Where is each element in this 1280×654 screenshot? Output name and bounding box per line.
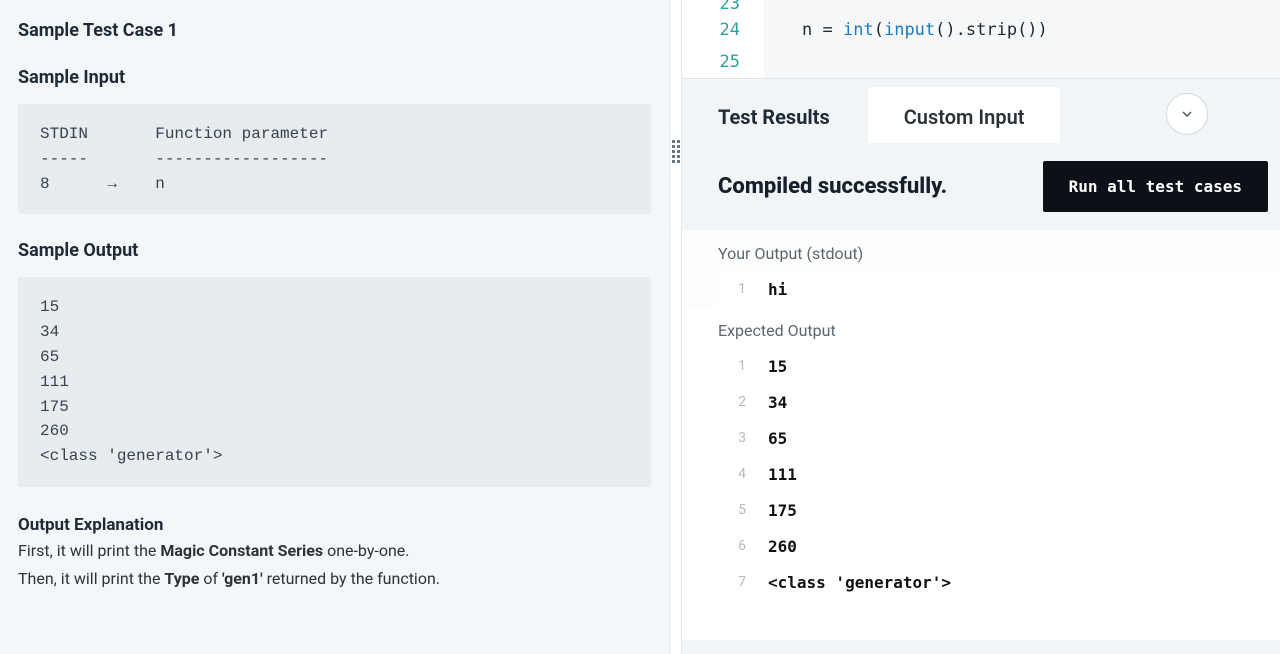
app-root: Sample Test Case 1 Sample Input STDIN Fu… [0,0,1280,654]
line-number: 23 [682,0,764,14]
output-line-number: 1 [718,358,746,374]
code-editor[interactable]: 23 24 n = int(input().strip()) 25 [682,0,1280,79]
code-line: 25 [682,46,1280,78]
explanation-heading: Output Explanation [18,515,651,535]
output-line-number: 7 [718,574,746,590]
output-line-value: <class 'generator'> [768,573,951,592]
output-line-value: 260 [768,537,797,556]
output-line-value: hi [768,280,787,299]
output-line-number: 2 [718,394,746,410]
bold-text: Magic Constant Series [160,541,323,560]
bold-text: 'gen1' [222,569,263,588]
output-row: 3 65 [718,420,1280,456]
sample-output-heading: Sample Output [18,240,651,261]
compile-status: Compiled successfully. [718,174,947,199]
code-line: 24 n = int(input().strip()) [682,14,1280,46]
your-output-section: Your Output (stdout) 1 hi [682,230,1280,307]
output-line-value: 34 [768,393,787,412]
output-line-value: 65 [768,429,787,448]
your-output-label: Your Output (stdout) [718,244,1280,263]
compile-status-row: Compiled successfully. Run all test case… [682,143,1280,230]
output-line-number: 4 [718,466,746,482]
text: of [199,569,222,588]
tab-custom-input[interactable]: Custom Input [868,87,1061,143]
text: one-by-one. [323,541,409,560]
output-row: 1 15 [718,348,1280,384]
expected-output-lines: 1 15 2 34 3 65 4 111 5 175 6 260 7 <class 'generator'… [718,348,1280,600]
output-line-value: 111 [768,465,797,484]
output-row: 4 111 [718,456,1280,492]
code-line: 23 [682,0,1280,14]
output-line-number: 5 [718,502,746,518]
run-all-button[interactable]: Run all test cases [1043,161,1268,212]
collapse-panel-button[interactable] [1166,93,1208,135]
editor-panel: 23 24 n = int(input().strip()) 25 Test R… [682,0,1280,654]
problem-panel: Sample Test Case 1 Sample Input STDIN Fu… [0,0,669,654]
expected-output-section: Expected Output 1 15 2 34 3 65 4 111 5 175 6 260 7 <c… [682,307,1280,640]
output-line-value: 15 [768,357,787,376]
output-row: 2 34 [718,384,1280,420]
results-tabs: Test Results Custom Input [682,79,1280,143]
sample-output-block: 15 34 65 111 175 260 <class 'generator'> [18,277,651,487]
chevron-down-icon [1179,106,1195,122]
text: First, it will print the [18,541,160,560]
output-line-number: 1 [718,281,746,297]
sample-input-heading: Sample Input [18,67,651,88]
your-output-lines: 1 hi [718,271,1280,307]
grip-icon [672,140,681,170]
explanation-line-2: Then, it will print the Type of 'gen1' r… [18,567,651,591]
pane-resize-handle[interactable] [669,0,682,654]
explanation-line-1: First, it will print the Magic Constant … [18,539,651,563]
output-row: 7 <class 'generator'> [718,564,1280,600]
output-row: 5 175 [718,492,1280,528]
sample-case-title: Sample Test Case 1 [18,20,651,41]
line-number: 24 [682,14,764,46]
output-row: 1 hi [718,271,1280,307]
output-row: 6 260 [718,528,1280,564]
results-panel: Test Results Custom Input Compiled succe… [682,79,1280,654]
text: Then, it will print the [18,569,164,588]
text: returned by the function. [263,569,440,588]
line-number: 25 [682,46,764,78]
code-text: n = int(input().strip()) [764,20,1048,40]
output-line-number: 3 [718,430,746,446]
bold-text: Type [164,569,199,588]
sample-input-block: STDIN Function parameter ----- ---------… [18,104,651,214]
tab-test-results[interactable]: Test Results [718,87,864,143]
output-line-value: 175 [768,501,797,520]
output-line-number: 6 [718,538,746,554]
output-explanation: Output Explanation First, it will print … [18,515,651,591]
expected-output-label: Expected Output [718,321,1280,340]
